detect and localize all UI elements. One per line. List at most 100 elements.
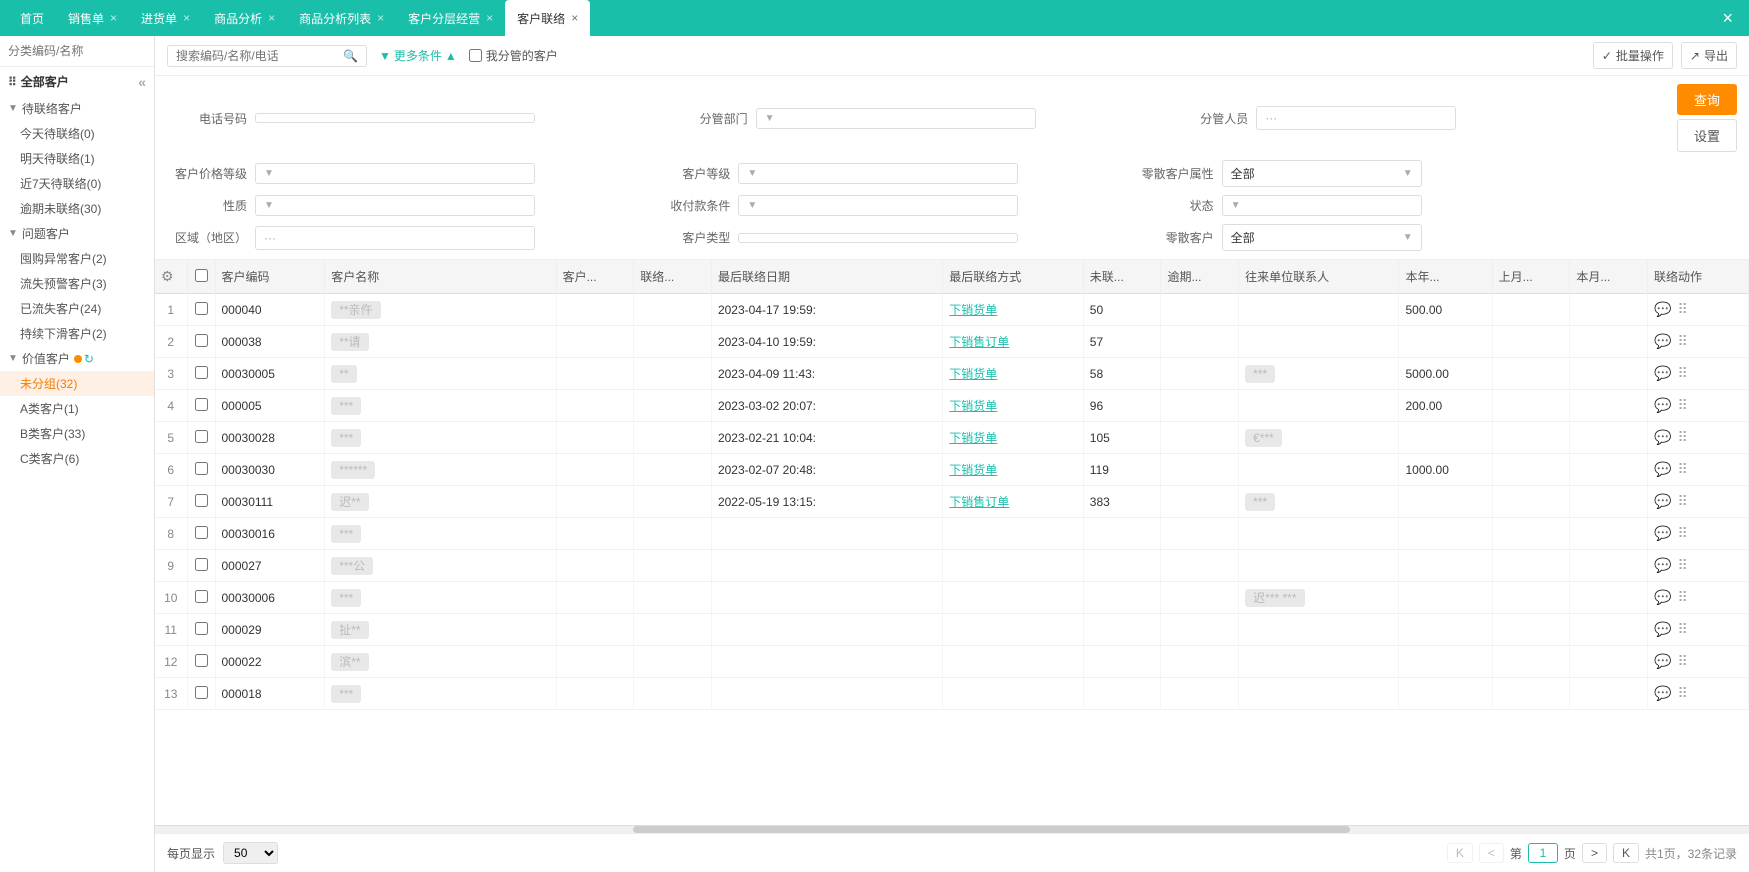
row-checkbox[interactable] [195, 558, 208, 571]
row-checkbox[interactable] [195, 462, 208, 475]
dept-input[interactable]: ▼ [756, 108, 1036, 129]
row-last-type[interactable]: 下销货单 [943, 454, 1083, 486]
row-last-type[interactable]: 下销售订单 [943, 486, 1083, 518]
next-page-button[interactable]: > [1582, 843, 1607, 863]
sidebar-item-churned[interactable]: 已流失客户(24) [0, 296, 154, 321]
payment-input[interactable]: ▼ [738, 195, 1018, 216]
row-last-type[interactable] [943, 646, 1083, 678]
row-checkbox[interactable] [195, 398, 208, 411]
nav-sales-order[interactable]: 销售单 × [56, 0, 129, 36]
more-conditions-button[interactable]: ▼ 更多条件 ▲ [379, 47, 457, 64]
close-purchase-order[interactable]: × [183, 11, 190, 25]
chat-icon[interactable]: 💬 [1654, 525, 1671, 542]
chat-icon[interactable]: 💬 [1654, 685, 1671, 702]
my-customers-checkbox[interactable]: 我分管的客户 [469, 47, 558, 64]
close-customer-contact[interactable]: × [571, 11, 578, 25]
sidebar-item-churn-warning[interactable]: 流失预警客户(3) [0, 271, 154, 296]
row-last-type[interactable] [943, 518, 1083, 550]
row-checkbox[interactable] [195, 622, 208, 635]
row-checkbox-cell[interactable] [187, 294, 215, 326]
grid-action-icon[interactable]: ⠿ [1677, 525, 1687, 542]
chat-icon[interactable]: 💬 [1654, 333, 1671, 350]
nav-customer-contact[interactable]: 客户联络 × [505, 0, 590, 36]
row-checkbox[interactable] [195, 494, 208, 507]
sidebar-item-type-c[interactable]: C类客户(6) [0, 446, 154, 471]
col-name[interactable]: 客户名称 [325, 260, 556, 294]
last-contact-link[interactable]: 下销售订单 [949, 495, 1009, 509]
col-code[interactable]: 客户编码 [215, 260, 325, 294]
row-checkbox-cell[interactable] [187, 358, 215, 390]
sidebar-item-overdue-contact[interactable]: 逾期未联络(30) [0, 196, 154, 221]
close-product-analysis-list[interactable]: × [377, 11, 384, 25]
sidebar-item-type-a[interactable]: A类客户(1) [0, 396, 154, 421]
nav-customer-segment[interactable]: 客户分层经营 × [396, 0, 505, 36]
status-input[interactable]: ▼ [1222, 195, 1422, 216]
row-checkbox-cell[interactable] [187, 678, 215, 710]
sidebar-item-tomorrow-pending[interactable]: 明天待联络(1) [0, 146, 154, 171]
close-sales-order[interactable]: × [110, 11, 117, 25]
col-last-contact-type[interactable]: 最后联络方式 [943, 260, 1083, 294]
sidebar-item-ungrouped[interactable]: 未分组(32) [0, 371, 154, 396]
per-page-select[interactable]: 50 100 200 [223, 842, 278, 864]
row-checkbox-cell[interactable] [187, 326, 215, 358]
reset-button[interactable]: 设置 [1677, 119, 1737, 152]
sidebar-item-type-b[interactable]: B类客户(33) [0, 421, 154, 446]
query-button[interactable]: 查询 [1677, 84, 1737, 115]
row-last-type[interactable]: 下销货单 [943, 390, 1083, 422]
page-number-input[interactable] [1528, 843, 1558, 863]
grid-action-icon[interactable]: ⠿ [1677, 397, 1687, 414]
customer-type-input[interactable] [738, 233, 1018, 243]
chat-icon[interactable]: 💬 [1654, 653, 1671, 670]
nav-home[interactable]: 首页 [8, 0, 56, 36]
col-last-contact-date[interactable]: 最后联络日期 [711, 260, 942, 294]
col-not-contacted[interactable]: 未联... [1083, 260, 1161, 294]
close-product-analysis[interactable]: × [268, 11, 275, 25]
customer-level-input[interactable]: ▼ [738, 163, 1018, 184]
grid-action-icon[interactable]: ⠿ [1677, 461, 1687, 478]
export-button[interactable]: ↗ 导出 [1681, 42, 1737, 69]
nav-product-analysis[interactable]: 商品分析 × [202, 0, 287, 36]
row-last-type[interactable]: 下销售订单 [943, 326, 1083, 358]
nav-product-analysis-list[interactable]: 商品分析列表 × [287, 0, 396, 36]
chat-icon[interactable]: 💬 [1654, 301, 1671, 318]
last-contact-link[interactable]: 下销货单 [949, 399, 997, 413]
col-contact[interactable]: 联络... [634, 260, 712, 294]
phone-input[interactable] [255, 113, 535, 123]
col-overdue[interactable]: 逾期... [1161, 260, 1239, 294]
window-close-button[interactable]: × [1714, 8, 1741, 29]
row-checkbox[interactable] [195, 654, 208, 667]
row-checkbox-cell[interactable] [187, 550, 215, 582]
row-checkbox-cell[interactable] [187, 582, 215, 614]
chat-icon[interactable]: 💬 [1654, 589, 1671, 606]
chat-icon[interactable]: 💬 [1654, 621, 1671, 638]
row-checkbox[interactable] [195, 366, 208, 379]
refresh-icon[interactable]: ↻ [84, 352, 94, 366]
horizontal-scrollbar[interactable] [155, 825, 1749, 833]
col-last-month[interactable]: 上月... [1492, 260, 1570, 294]
region-input[interactable]: ··· [255, 226, 535, 250]
group-value-customers[interactable]: ▼ 价值客户 ↻ [0, 346, 154, 371]
row-checkbox[interactable] [195, 686, 208, 699]
retail-customer-input[interactable]: 全部 ▼ [1222, 224, 1422, 251]
chat-icon[interactable]: 💬 [1654, 557, 1671, 574]
row-checkbox[interactable] [195, 334, 208, 347]
grid-action-icon[interactable]: ⠿ [1677, 685, 1687, 702]
row-checkbox-cell[interactable] [187, 518, 215, 550]
first-page-button[interactable]: K [1447, 843, 1473, 863]
last-contact-link[interactable]: 下销货单 [949, 367, 997, 381]
sidebar-item-declining[interactable]: 持续下滑客户(2) [0, 321, 154, 346]
row-checkbox[interactable] [195, 302, 208, 315]
manager-input[interactable]: ··· [1256, 106, 1456, 130]
batch-ops-button[interactable]: ✓ 批量操作 [1593, 42, 1673, 69]
chat-icon[interactable]: 💬 [1654, 461, 1671, 478]
col-unit-contact[interactable]: 往来单位联系人 [1239, 260, 1399, 294]
col-this-month[interactable]: 本月... [1570, 260, 1648, 294]
grid-action-icon[interactable]: ⠿ [1677, 653, 1687, 670]
grid-action-icon[interactable]: ⠿ [1677, 333, 1687, 350]
col-type[interactable]: 客户... [556, 260, 634, 294]
price-level-input[interactable]: ▼ [255, 163, 535, 184]
grid-action-icon[interactable]: ⠿ [1677, 557, 1687, 574]
group-pending-contact[interactable]: ▼ 待联络客户 [0, 96, 154, 121]
last-page-button[interactable]: K [1613, 843, 1639, 863]
chat-icon[interactable]: 💬 [1654, 493, 1671, 510]
